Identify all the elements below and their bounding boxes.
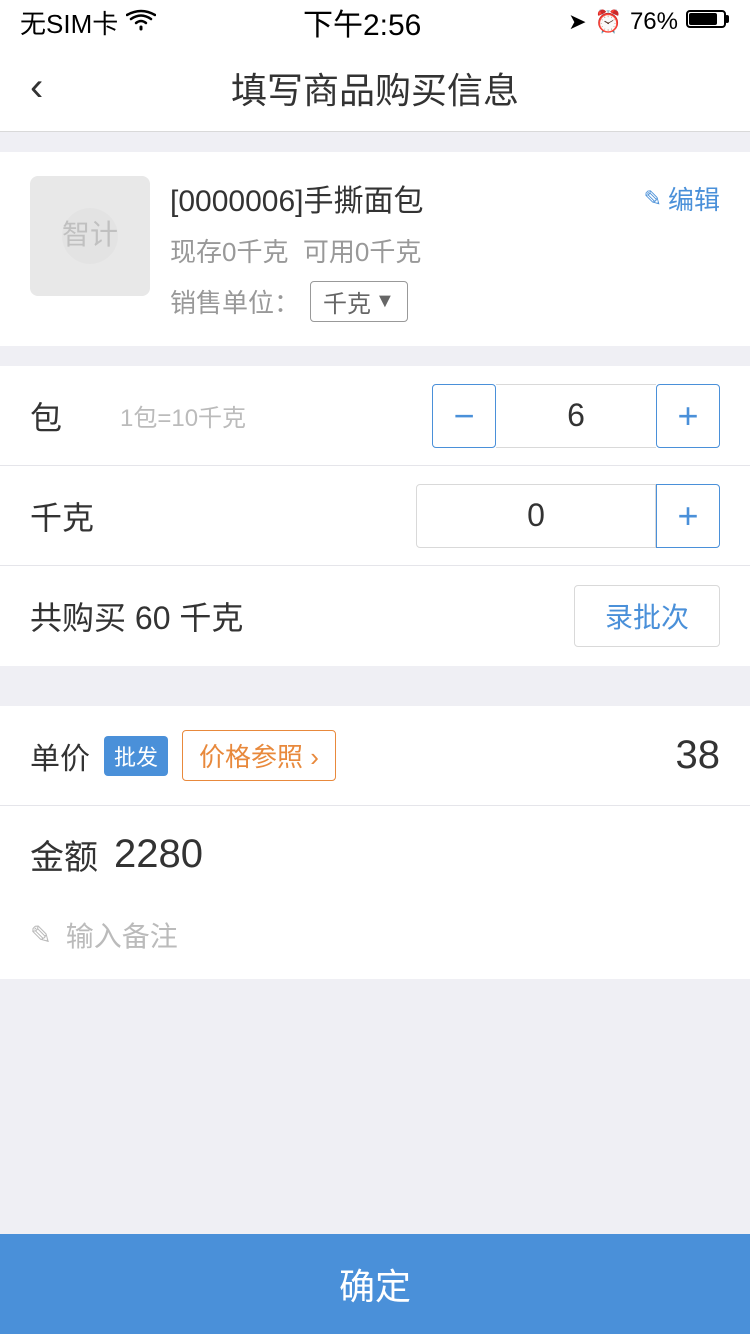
battery-icon [686, 8, 730, 37]
confirm-button[interactable]: 确定 [0, 1234, 750, 1334]
kilogram-label: 千克 [30, 493, 110, 539]
status-bar: 无SIM卡 下午2:56 ➤ ⏰ 76% [0, 0, 750, 44]
status-left: 无SIM卡 [20, 4, 156, 41]
carrier-label: 无SIM卡 [20, 4, 118, 41]
amount-value: 2280 [114, 832, 203, 877]
price-tag: 批发 [104, 736, 168, 776]
batch-button[interactable]: 录批次 [574, 585, 720, 647]
input-section: 包 1包=10千克 − + 千克 + [0, 366, 750, 566]
wifi-icon [126, 7, 156, 38]
divider-1 [0, 346, 750, 366]
price-value: 38 [676, 733, 721, 778]
status-right: ➤ ⏰ 76% [568, 8, 730, 37]
kilogram-input-row: 千克 + [0, 466, 750, 566]
alarm-icon: ⏰ [595, 9, 622, 35]
location-icon: ➤ [568, 9, 586, 35]
price-ref-button[interactable]: 价格参照 › [182, 730, 336, 781]
page-title: 填写商品购买信息 [231, 62, 519, 114]
back-button[interactable]: ‹ [30, 65, 43, 110]
spacer [0, 979, 750, 1234]
kilogram-controls: + [416, 484, 720, 548]
amount-section: 金额 2280 ✎ 输入备注 [0, 806, 750, 979]
price-row: 单价 批发 价格参照 › 38 [0, 706, 750, 806]
amount-label: 金额 [30, 830, 98, 879]
package-value-input[interactable] [496, 384, 656, 448]
kilogram-value-input[interactable] [416, 484, 656, 548]
note-placeholder: 输入备注 [66, 915, 178, 955]
price-label: 单价 [30, 734, 90, 778]
unit-selector[interactable]: 千克 ▼ [310, 281, 408, 322]
product-info: [0000006]手撕面包 现存0千克 可用0千克 销售单位： 千克 ▼ [170, 176, 624, 322]
product-name: [0000006]手撕面包 [170, 176, 624, 220]
divider-2 [0, 666, 750, 686]
product-stock: 现存0千克 可用0千克 [170, 232, 624, 269]
battery-label: 76% [630, 8, 678, 36]
amount-row: 金额 2280 [30, 830, 720, 879]
edit-button[interactable]: ✎ 编辑 [644, 180, 720, 217]
package-plus-button[interactable]: + [656, 384, 720, 448]
confirm-label: 确定 [339, 1258, 411, 1310]
total-row: 共购买 60 千克 录批次 [0, 566, 750, 666]
product-card: 智计 [0000006]手撕面包 现存0千克 可用0千克 销售单位： 千克 ▼ … [0, 152, 750, 346]
total-label: 共购买 60 千克 [30, 593, 243, 639]
package-controls: − + [432, 384, 720, 448]
nav-bar: ‹ 填写商品购买信息 [0, 44, 750, 132]
note-row[interactable]: ✎ 输入备注 [30, 899, 720, 979]
product-card-right: ✎ 编辑 [644, 176, 720, 217]
svg-text:智计: 智计 [62, 219, 118, 250]
product-unit-row: 销售单位： 千克 ▼ [170, 281, 624, 322]
package-minus-button[interactable]: − [432, 384, 496, 448]
product-image: 智计 [30, 176, 150, 296]
pencil-icon: ✎ [30, 920, 52, 951]
status-time: 下午2:56 [303, 0, 421, 44]
price-section: 单价 批发 价格参照 › 38 金额 2280 ✎ 输入备注 [0, 706, 750, 979]
package-input-row: 包 1包=10千克 − + [0, 366, 750, 466]
kilogram-plus-button[interactable]: + [656, 484, 720, 548]
package-hint: 1包=10千克 [120, 398, 432, 433]
package-label: 包 [30, 393, 110, 439]
